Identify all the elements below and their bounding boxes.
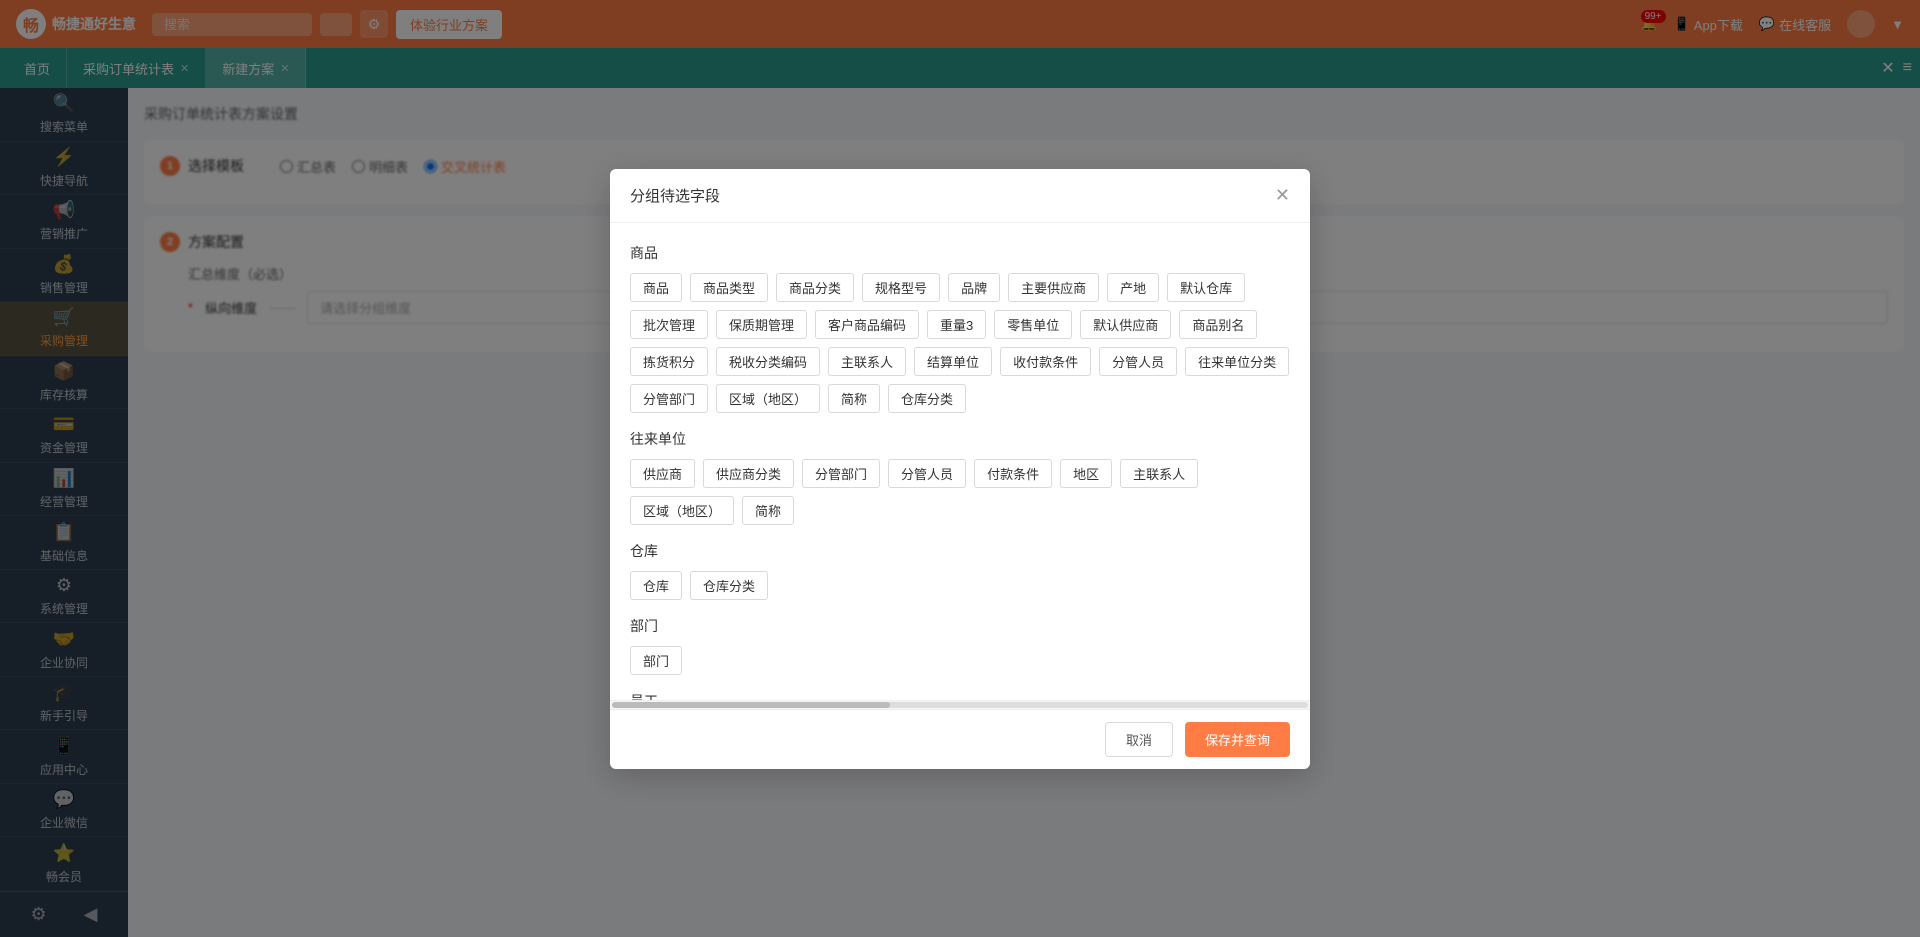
field-supplier[interactable]: 供应商	[630, 459, 695, 488]
field-partner-category[interactable]: 往来单位分类	[1185, 347, 1289, 376]
field-expiry-mgmt[interactable]: 保质期管理	[716, 310, 807, 339]
field-retail-unit[interactable]: 零售单位	[994, 310, 1072, 339]
field-personnel[interactable]: 分管人员	[888, 459, 966, 488]
field-region[interactable]: 地区	[1060, 459, 1112, 488]
field-pick-points[interactable]: 拣货积分	[630, 347, 708, 376]
section-fields-partner: 供应商 供应商分类 分管部门 分管人员 付款条件 地区 主联系人 区域（地区） …	[630, 459, 1290, 525]
field-customer-product-code[interactable]: 客户商品编码	[815, 310, 919, 339]
cancel-button[interactable]: 取消	[1105, 722, 1173, 757]
modal-body: 商品 商品 商品类型 商品分类 规格型号 品牌 主要供应商 产地 默认仓库 批次…	[610, 223, 1310, 700]
field-default-supplier[interactable]: 默认供应商	[1080, 310, 1171, 339]
field-region-product[interactable]: 区域（地区）	[716, 384, 820, 413]
field-pay-terms[interactable]: 付款条件	[974, 459, 1052, 488]
field-weight[interactable]: 重量3	[927, 310, 986, 339]
field-warehouse-category[interactable]: 仓库分类	[690, 571, 768, 600]
section-title-staff: 员工	[630, 691, 1290, 700]
confirm-button[interactable]: 保存并查询	[1185, 722, 1290, 757]
field-department[interactable]: 部门	[630, 646, 682, 675]
modal-title: 分组待选字段	[630, 185, 720, 206]
field-product[interactable]: 商品	[630, 273, 682, 302]
field-settlement-unit[interactable]: 结算单位	[914, 347, 992, 376]
field-warehouse-cat[interactable]: 仓库分类	[888, 384, 966, 413]
section-title-dept: 部门	[630, 616, 1290, 636]
field-origin[interactable]: 产地	[1107, 273, 1159, 302]
field-main-contact[interactable]: 主联系人	[828, 347, 906, 376]
field-batch-mgmt[interactable]: 批次管理	[630, 310, 708, 339]
field-abbr-partner[interactable]: 简称	[742, 496, 794, 525]
field-spec-model[interactable]: 规格型号	[862, 273, 940, 302]
modal-horizontal-scrollbar[interactable]	[610, 700, 1310, 709]
field-product-category[interactable]: 商品分类	[776, 273, 854, 302]
hscroll-track	[612, 702, 1308, 708]
modal-overlay: 分组待选字段 ✕ 商品 商品 商品类型 商品分类 规格型号 品牌 主要供应商 产…	[0, 0, 1920, 937]
section-title-product: 商品	[630, 243, 1290, 263]
section-fields-dept: 部门	[630, 646, 1290, 675]
field-default-warehouse[interactable]: 默认仓库	[1167, 273, 1245, 302]
field-dept[interactable]: 分管部门	[802, 459, 880, 488]
field-payment-terms[interactable]: 收付款条件	[1000, 347, 1091, 376]
field-main-supplier[interactable]: 主要供应商	[1008, 273, 1099, 302]
field-tax-code[interactable]: 税收分类编码	[716, 347, 820, 376]
section-title-partner: 往来单位	[630, 429, 1290, 449]
section-fields-product: 商品 商品类型 商品分类 规格型号 品牌 主要供应商 产地 默认仓库 批次管理 …	[630, 273, 1290, 413]
field-selection-modal: 分组待选字段 ✕ 商品 商品 商品类型 商品分类 规格型号 品牌 主要供应商 产…	[610, 169, 1310, 769]
field-product-type[interactable]: 商品类型	[690, 273, 768, 302]
field-region-partner[interactable]: 区域（地区）	[630, 496, 734, 525]
hscroll-thumb	[612, 702, 890, 708]
field-warehouse[interactable]: 仓库	[630, 571, 682, 600]
section-fields-warehouse: 仓库 仓库分类	[630, 571, 1290, 600]
field-supervisor[interactable]: 分管人员	[1099, 347, 1177, 376]
field-abbr-product[interactable]: 简称	[828, 384, 880, 413]
field-brand[interactable]: 品牌	[948, 273, 1000, 302]
field-supplier-cat[interactable]: 供应商分类	[703, 459, 794, 488]
modal-close-button[interactable]: ✕	[1275, 186, 1290, 204]
field-dept-managed[interactable]: 分管部门	[630, 384, 708, 413]
modal-footer: 取消 保存并查询	[610, 709, 1310, 769]
field-product-alias[interactable]: 商品别名	[1179, 310, 1257, 339]
section-title-warehouse: 仓库	[630, 541, 1290, 561]
modal-header: 分组待选字段 ✕	[610, 169, 1310, 223]
field-main-contact-partner[interactable]: 主联系人	[1120, 459, 1198, 488]
